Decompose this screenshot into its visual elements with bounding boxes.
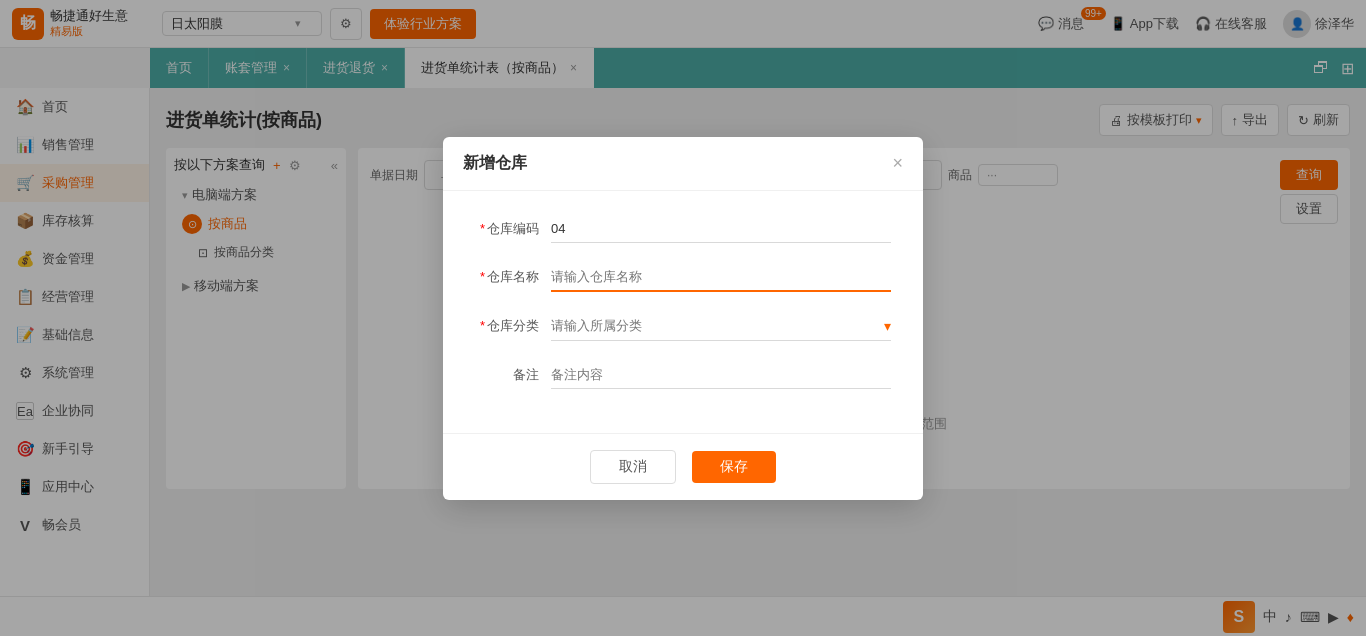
warehouse-category-label: 仓库分类	[475, 317, 539, 335]
warehouse-category-row: 仓库分类 ▾	[475, 312, 891, 341]
warehouse-name-label: 仓库名称	[475, 268, 539, 286]
warehouse-name-row: 仓库名称	[475, 263, 891, 292]
warehouse-name-input[interactable]	[551, 263, 891, 292]
modal-close-button[interactable]: ×	[892, 154, 903, 172]
modal-footer: 取消 保存	[443, 433, 923, 500]
warehouse-code-row: 仓库编码	[475, 215, 891, 243]
modal-overlay: 新增仓库 × 仓库编码 仓库名称 仓库分类 ▾	[0, 0, 1366, 636]
warehouse-code-input[interactable]	[551, 215, 891, 243]
warehouse-category-input[interactable]	[551, 318, 884, 333]
add-warehouse-modal: 新增仓库 × 仓库编码 仓库名称 仓库分类 ▾	[443, 137, 923, 500]
modal-body: 仓库编码 仓库名称 仓库分类 ▾ 备注	[443, 191, 923, 433]
category-dropdown-arrow: ▾	[884, 318, 891, 334]
warehouse-remark-input[interactable]	[551, 361, 891, 389]
modal-header: 新增仓库 ×	[443, 137, 923, 191]
warehouse-remark-label: 备注	[475, 366, 539, 384]
cancel-button[interactable]: 取消	[590, 450, 676, 484]
warehouse-code-label: 仓库编码	[475, 220, 539, 238]
modal-title: 新增仓库	[463, 153, 527, 174]
warehouse-category-wrapper[interactable]: ▾	[551, 312, 891, 341]
warehouse-remark-row: 备注	[475, 361, 891, 389]
save-button[interactable]: 保存	[692, 451, 776, 483]
